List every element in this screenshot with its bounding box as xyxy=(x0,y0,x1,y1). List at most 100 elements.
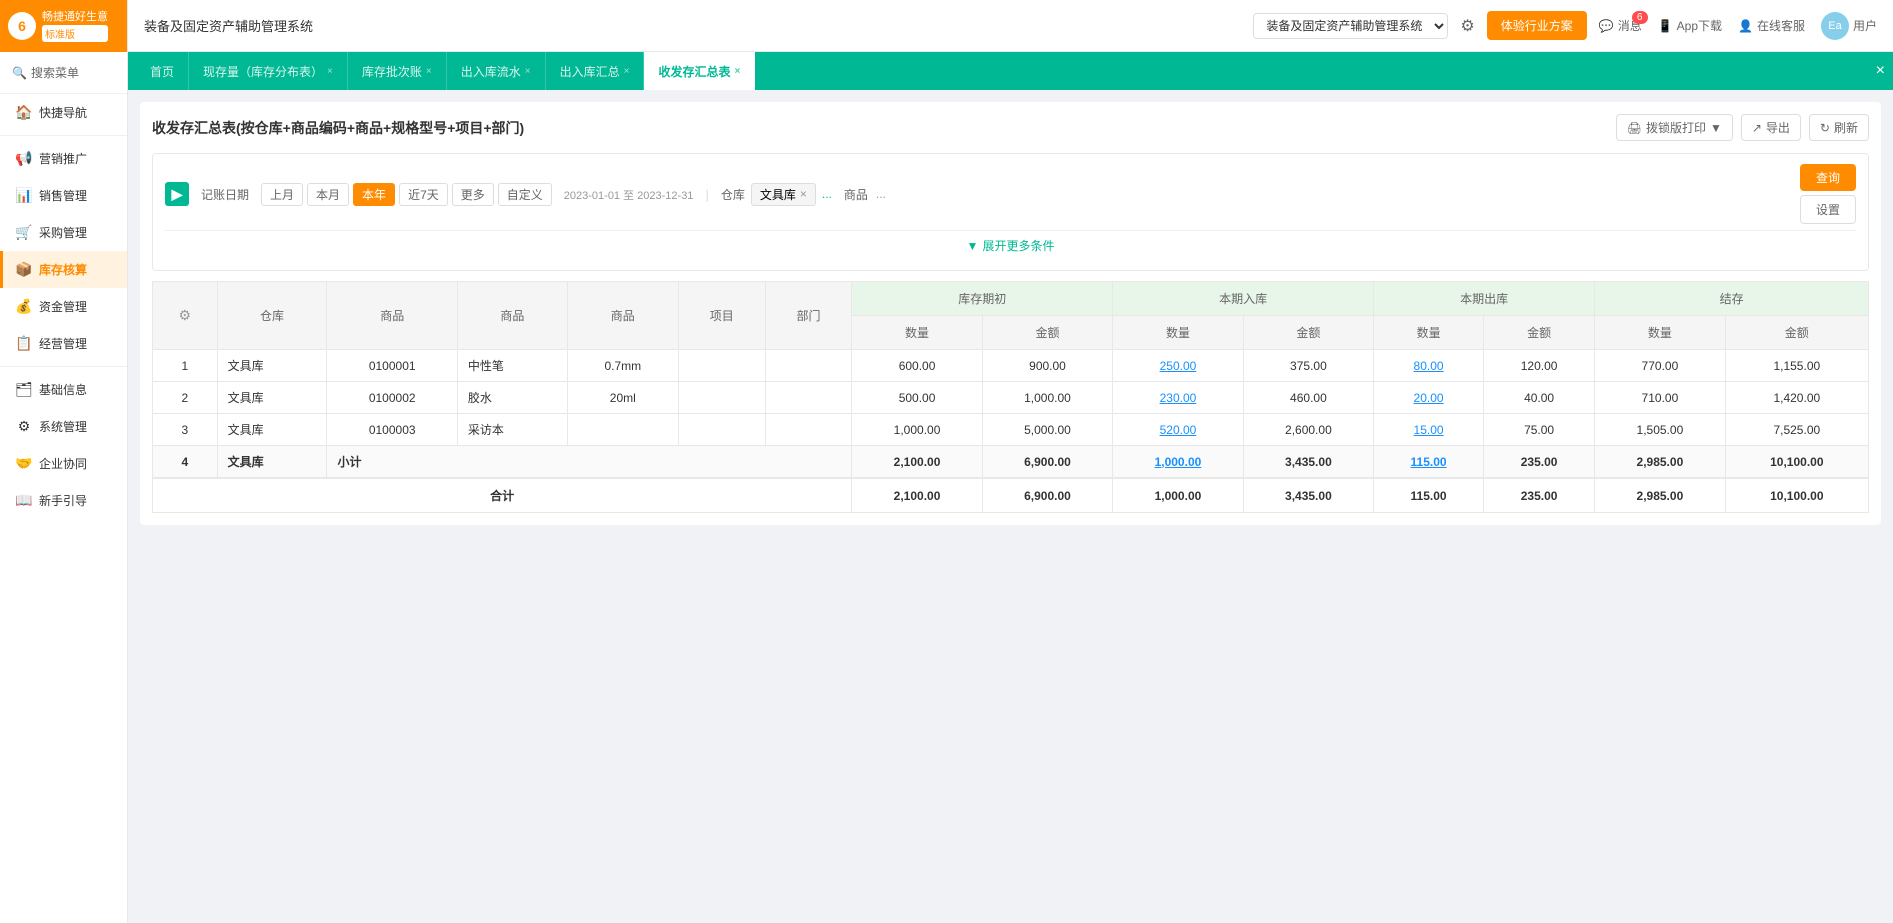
sidebar-item-purchase[interactable]: 🛒 采购管理 xyxy=(0,214,127,251)
goods-more-btn[interactable]: ... xyxy=(876,187,886,201)
expand-more-conditions[interactable]: ▼ 展开更多条件 xyxy=(165,230,1856,260)
warehouse-tag[interactable]: 文具库 × xyxy=(751,183,816,206)
cell-goods-code: 0100003 xyxy=(327,414,457,446)
print-icon: 🖨 xyxy=(1627,121,1642,135)
filter-expand-btn[interactable]: ▶ xyxy=(165,182,189,206)
query-btn[interactable]: 查询 xyxy=(1800,164,1856,191)
date-label: 记账日期 xyxy=(201,186,249,203)
th-out-amount: 金额 xyxy=(1484,316,1595,350)
cell-out-amount: 40.00 xyxy=(1484,382,1595,414)
subtotal-no: 4 xyxy=(153,446,218,479)
expand-more-icon: ▼ xyxy=(967,239,979,253)
tab-in-out-summary[interactable]: 出入库汇总 × xyxy=(546,52,645,90)
export-btn[interactable]: ↗ 导出 xyxy=(1741,114,1801,141)
th-in-qty: 数量 xyxy=(1113,316,1243,350)
subtotal-in-qty[interactable]: 1,000.00 xyxy=(1113,446,1243,479)
date-btn-7days[interactable]: 近7天 xyxy=(399,183,448,206)
th-in: 本期入库 xyxy=(1113,282,1374,316)
system-icon: ⚙ xyxy=(15,418,33,435)
operations-icon: 📋 xyxy=(15,335,33,352)
online-service-btn[interactable]: 👤 在线客服 xyxy=(1738,17,1805,34)
subtotal-balance-qty: 2,985.00 xyxy=(1595,446,1725,479)
sidebar-item-inventory[interactable]: 📦 库存核算 xyxy=(0,251,127,288)
tab-batch-account-close[interactable]: × xyxy=(426,66,432,77)
date-btn-custom[interactable]: 自定义 xyxy=(498,183,552,206)
messages-btn[interactable]: 💬 消息 6 xyxy=(1599,17,1642,34)
tab-receipt-summary-close[interactable]: × xyxy=(734,66,740,77)
cell-out-qty[interactable]: 20.00 xyxy=(1374,382,1484,414)
cell-out-qty[interactable]: 80.00 xyxy=(1374,350,1484,382)
settings-gear-icon[interactable]: ⚙ xyxy=(1460,16,1474,36)
app-download-btn[interactable]: 📱 App下载 xyxy=(1658,17,1722,34)
tab-inventory-dist[interactable]: 现存量（库存分布表） × xyxy=(189,52,348,90)
cell-in-qty[interactable]: 250.00 xyxy=(1113,350,1243,382)
refresh-btn[interactable]: ↻ 刷新 xyxy=(1809,114,1869,141)
total-row: 合计 2,100.00 6,900.00 1,000.00 3,435.00 1… xyxy=(153,478,1869,513)
table-row: 3 文具库 0100003 采访本 1,000.00 5,000.00 520.… xyxy=(153,414,1869,446)
tab-in-out-summary-close[interactable]: × xyxy=(624,66,630,77)
goods-label: 商品 xyxy=(844,186,868,203)
cell-in-amount: 2,600.00 xyxy=(1243,414,1373,446)
th-opening: 库存期初 xyxy=(852,282,1113,316)
warehouse-tag-close[interactable]: × xyxy=(800,187,807,201)
cell-warehouse: 文具库 xyxy=(217,350,327,382)
cell-no: 3 xyxy=(153,414,218,446)
total-balance-amount: 10,100.00 xyxy=(1725,478,1868,513)
tab-inventory-dist-close[interactable]: × xyxy=(327,66,333,77)
system-selector[interactable]: 装备及固定资产辅助管理系统 xyxy=(1253,13,1448,39)
cell-in-qty[interactable]: 230.00 xyxy=(1113,382,1243,414)
date-range-display: 2023-01-01 至 2023-12-31 xyxy=(564,187,694,203)
sidebar-item-finance[interactable]: 💰 资金管理 xyxy=(0,288,127,325)
cell-balance-qty: 770.00 xyxy=(1595,350,1725,382)
tab-batch-account[interactable]: 库存批次账 × xyxy=(348,52,447,90)
cell-balance-amount: 1,155.00 xyxy=(1725,350,1868,382)
cell-out-qty[interactable]: 15.00 xyxy=(1374,414,1484,446)
print-btn[interactable]: 🖨 拨锁版打印 ▼ xyxy=(1616,114,1733,141)
newbie-icon: 📖 xyxy=(15,492,33,509)
finance-icon: 💰 xyxy=(15,298,33,315)
date-btn-this-year[interactable]: 本年 xyxy=(353,183,395,206)
subtotal-out-qty[interactable]: 115.00 xyxy=(1374,446,1484,479)
logo-icon: 6 xyxy=(8,12,36,40)
cell-goods-code: 0100002 xyxy=(327,382,457,414)
date-btn-last-month[interactable]: 上月 xyxy=(261,183,303,206)
sidebar-item-sales[interactable]: 📊 销售管理 xyxy=(0,177,127,214)
th-opening-amount: 金额 xyxy=(982,316,1112,350)
filter-setting-btn[interactable]: 设置 xyxy=(1800,195,1856,224)
search-menu-button[interactable]: 🔍 搜索菜单 xyxy=(8,60,119,85)
export-icon: ↗ xyxy=(1752,121,1762,135)
cell-in-qty[interactable]: 520.00 xyxy=(1113,414,1243,446)
sidebar-item-quick-nav[interactable]: 🏠 快捷导航 xyxy=(0,94,127,131)
tab-in-out-flow[interactable]: 出入库流水 × xyxy=(447,52,546,90)
sidebar-item-newbie[interactable]: 📖 新手引导 xyxy=(0,482,127,519)
cell-opening-amount: 5,000.00 xyxy=(982,414,1112,446)
th-balance: 结存 xyxy=(1595,282,1869,316)
tab-receipt-summary[interactable]: 收发存汇总表 × xyxy=(644,52,755,90)
sidebar-item-marketing[interactable]: 📢 营销推广 xyxy=(0,140,127,177)
date-btn-this-month[interactable]: 本月 xyxy=(307,183,349,206)
tabbar-close-all-btn[interactable]: × xyxy=(1876,62,1885,80)
tab-home[interactable]: 首页 xyxy=(136,52,189,90)
cell-out-amount: 75.00 xyxy=(1484,414,1595,446)
system-name: 装备及固定资产辅助管理系统 xyxy=(144,16,1241,35)
cell-in-amount: 375.00 xyxy=(1243,350,1373,382)
cell-department xyxy=(765,414,852,446)
warehouse-more-btn[interactable]: ... xyxy=(822,187,832,201)
sidebar-item-system[interactable]: ⚙ 系统管理 xyxy=(0,408,127,445)
goods-filter: 商品 ... xyxy=(844,186,886,203)
sidebar-item-basic-info[interactable]: 🗂 基础信息 xyxy=(0,371,127,408)
cell-no: 1 xyxy=(153,350,218,382)
main-content: 装备及固定资产辅助管理系统 装备及固定资产辅助管理系统 ⚙ 体验行业方案 💬 消… xyxy=(128,0,1893,923)
column-settings-icon[interactable]: ⚙ xyxy=(179,307,192,323)
page-title: 收发存汇总表(按仓库+商品编码+商品+规格型号+项目+部门) xyxy=(152,118,524,138)
user-menu[interactable]: Ea 用户 xyxy=(1821,12,1877,40)
date-btn-more[interactable]: 更多 xyxy=(452,183,494,206)
experience-btn[interactable]: 体验行业方案 xyxy=(1487,11,1587,40)
cell-department xyxy=(765,382,852,414)
tab-in-out-flow-close[interactable]: × xyxy=(525,66,531,77)
cell-project xyxy=(678,414,765,446)
th-settings[interactable]: ⚙ xyxy=(153,282,218,350)
sidebar-item-operations[interactable]: 📋 经营管理 xyxy=(0,325,127,362)
sidebar-item-enterprise[interactable]: 🤝 企业协同 xyxy=(0,445,127,482)
cell-goods-name: 中性笔 xyxy=(457,350,567,382)
